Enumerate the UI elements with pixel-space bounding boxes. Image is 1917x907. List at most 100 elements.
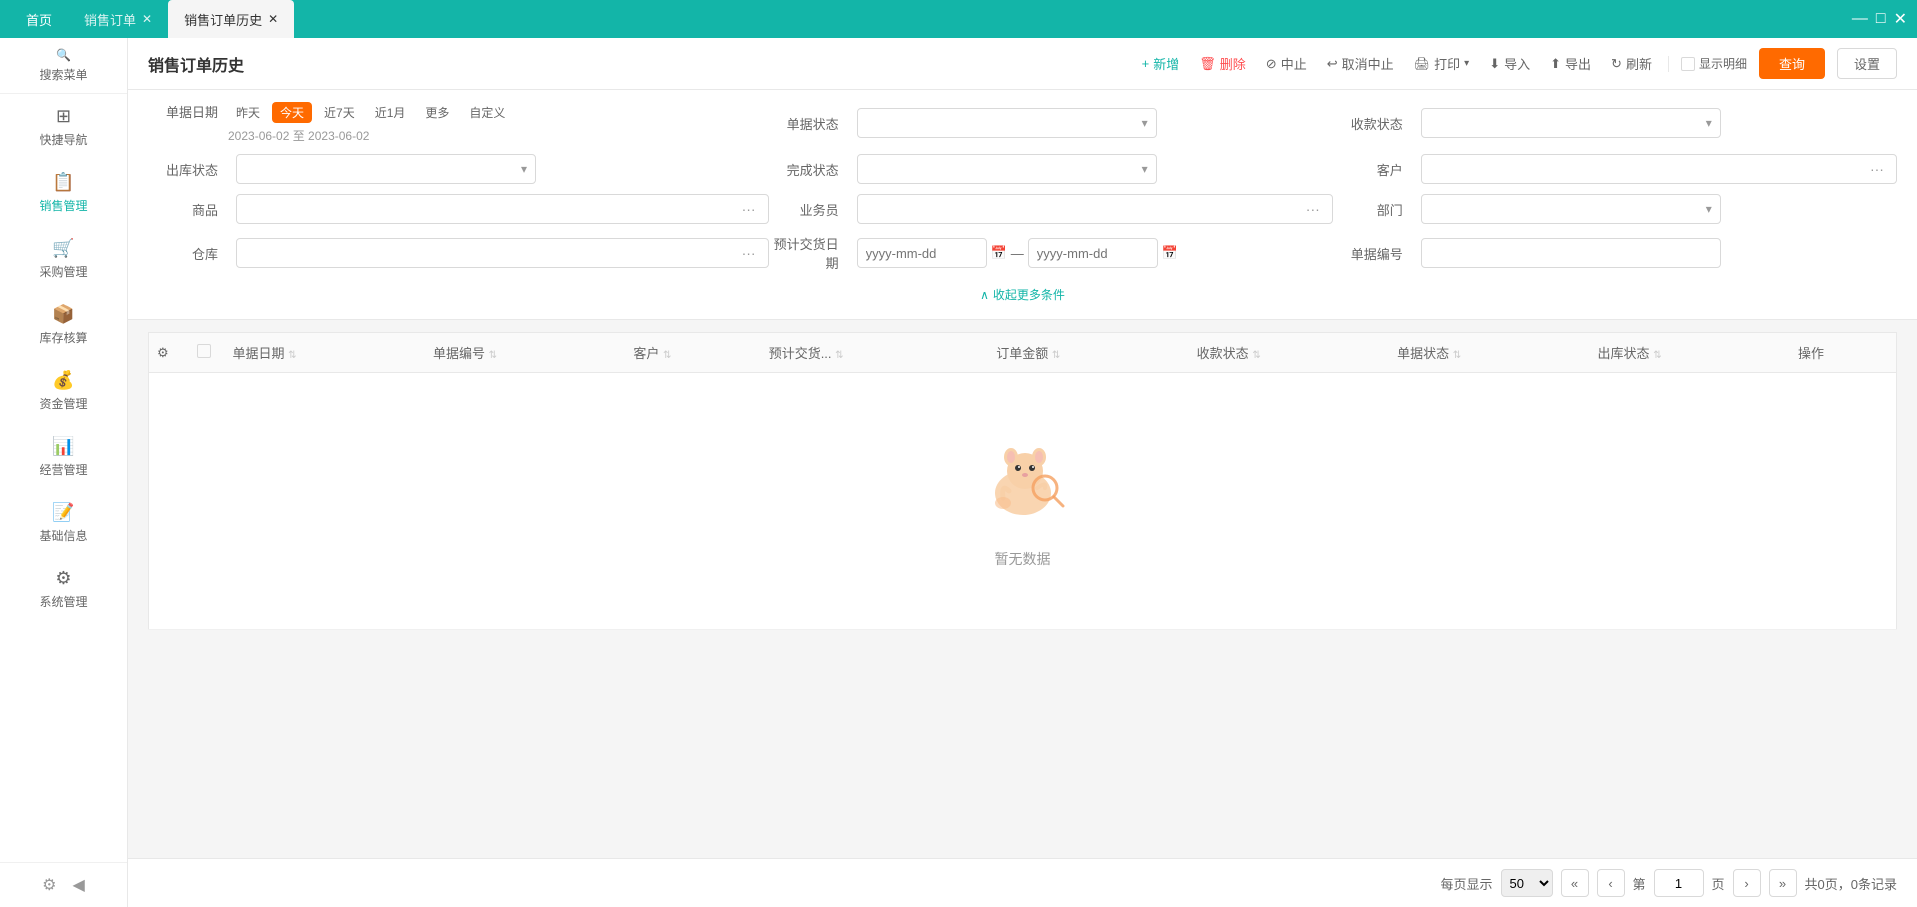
- salesperson-ellipsis[interactable]: ···: [1302, 201, 1324, 217]
- delivery-status-select[interactable]: ▾: [236, 154, 536, 184]
- add-button[interactable]: + 新增: [1138, 50, 1184, 77]
- sidebar-item-quick-nav[interactable]: ⊞ 快捷导航: [0, 94, 127, 160]
- tab-home[interactable]: 首页: [10, 0, 68, 38]
- calendar-to-icon[interactable]: 📅: [1162, 245, 1178, 261]
- display-toggle-checkbox[interactable]: [1681, 57, 1695, 71]
- warehouse-ellipsis[interactable]: ···: [738, 245, 760, 261]
- purchase-mgmt-icon: 🛒: [52, 238, 74, 259]
- sidebar-search[interactable]: 🔍 搜索菜单: [0, 38, 127, 94]
- sidebar-item-business[interactable]: 📊 经营管理: [0, 424, 127, 490]
- th-expected-delivery[interactable]: 预计交货... ⇅: [761, 333, 989, 373]
- minimize-btn[interactable]: —: [1852, 10, 1868, 28]
- bill-status-select[interactable]: ▾: [857, 108, 1157, 138]
- cancel-stop-button[interactable]: ↩ 取消中止: [1323, 50, 1398, 77]
- th-customer[interactable]: 客户 ⇅: [625, 333, 760, 373]
- sidebar-item-inventory[interactable]: 📦 库存核算: [0, 292, 127, 358]
- tab-sales-order[interactable]: 销售订单 ✕: [68, 0, 168, 38]
- receipt-status-select[interactable]: ▾: [1421, 108, 1721, 138]
- print-arrow-icon: ▾: [1464, 58, 1469, 69]
- sidebar-item-capital-label: 资金管理: [39, 395, 87, 412]
- th-action: 操作: [1790, 333, 1897, 373]
- sort-customer-icon[interactable]: ⇅: [663, 350, 671, 361]
- th-bill-status-label: 单据状态: [1397, 346, 1449, 361]
- th-receipt-status[interactable]: 收款状态 ⇅: [1189, 333, 1389, 373]
- first-page-button[interactable]: «: [1561, 869, 1589, 897]
- setting-button[interactable]: 设置: [1837, 48, 1897, 79]
- sidebar-item-purchase-mgmt[interactable]: 🛒 采购管理: [0, 226, 127, 292]
- import-button[interactable]: ⬇ 导入: [1485, 50, 1534, 77]
- data-table: ⚙ 单据日期 ⇅ 单据编号 ⇅ 客户: [148, 332, 1897, 630]
- th-bill-status[interactable]: 单据状态 ⇅: [1389, 333, 1589, 373]
- display-toggle[interactable]: 显示明细: [1681, 55, 1747, 72]
- sidebar-item-capital[interactable]: 💰 资金管理: [0, 358, 127, 424]
- tab-sales-order-history[interactable]: 销售订单历史 ✕: [168, 0, 294, 38]
- last-page-button[interactable]: »: [1769, 869, 1797, 897]
- sort-bill-status-icon[interactable]: ⇅: [1453, 350, 1461, 361]
- export-label: 导出: [1565, 54, 1591, 73]
- sort-receipt-status-icon[interactable]: ⇅: [1252, 350, 1260, 361]
- export-icon: ⬆: [1550, 56, 1561, 72]
- sort-bill-no-icon[interactable]: ⇅: [489, 350, 497, 361]
- tab-sales-order-history-close[interactable]: ✕: [268, 12, 278, 26]
- sidebar-settings-icon[interactable]: ⚙: [42, 875, 56, 895]
- sidebar-item-system[interactable]: ⚙ 系统管理: [0, 556, 127, 622]
- per-page-select[interactable]: 50 10 20 100: [1501, 869, 1553, 897]
- sort-order-amount-icon[interactable]: ⇅: [1052, 350, 1060, 361]
- bill-status-label: 单据状态: [769, 114, 849, 133]
- query-button[interactable]: 查询: [1759, 48, 1825, 79]
- page-number-input[interactable]: [1654, 869, 1704, 897]
- collapse-up-icon: ∧: [980, 288, 989, 302]
- tab-sales-order-history-label: 销售订单历史: [184, 10, 262, 29]
- collapse-button[interactable]: ∧ 收起更多条件: [148, 282, 1897, 307]
- th-bill-date[interactable]: 单据日期 ⇅: [225, 333, 425, 373]
- date-block: 昨天 今天 近7天 近1月 更多 自定义 2023-06-02 至 2023-0…: [228, 102, 513, 144]
- th-order-amount[interactable]: 订单金额 ⇅: [988, 333, 1188, 373]
- date-btn-1month[interactable]: 近1月: [367, 102, 414, 123]
- delivery-date-from[interactable]: [857, 238, 987, 268]
- delivery-date-label: 预计交货日期: [769, 234, 849, 272]
- th-bill-no[interactable]: 单据编号 ⇅: [425, 333, 625, 373]
- customer-select[interactable]: ···: [1421, 154, 1897, 184]
- bill-no-input[interactable]: [1421, 238, 1721, 268]
- calendar-from-icon[interactable]: 📅: [991, 245, 1007, 261]
- prev-page-icon: ‹: [1608, 876, 1612, 891]
- sidebar-collapse-icon[interactable]: ◀: [73, 875, 85, 895]
- goods-select[interactable]: ···: [236, 194, 769, 224]
- date-btn-today[interactable]: 今天: [272, 102, 312, 123]
- table-header: ⚙ 单据日期 ⇅ 单据编号 ⇅ 客户: [149, 333, 1897, 373]
- close-btn[interactable]: ✕: [1894, 9, 1907, 29]
- delete-button[interactable]: 🗑 删除: [1195, 50, 1250, 77]
- sort-delivery-status-icon[interactable]: ⇅: [1653, 350, 1661, 361]
- export-button[interactable]: ⬆ 导出: [1546, 50, 1595, 77]
- stop-button[interactable]: ⊘ 中止: [1262, 50, 1311, 77]
- date-btn-yesterday[interactable]: 昨天: [228, 102, 268, 123]
- sidebar-item-basic-info[interactable]: 📝 基础信息: [0, 490, 127, 556]
- th-delivery-status[interactable]: 出库状态 ⇅: [1590, 333, 1790, 373]
- goods-ellipsis[interactable]: ···: [738, 201, 760, 217]
- salesperson-select[interactable]: ···: [857, 194, 1333, 224]
- dept-select[interactable]: ▾: [1421, 194, 1721, 224]
- delivery-status-label: 出库状态: [148, 160, 228, 179]
- warehouse-select[interactable]: ···: [236, 238, 769, 268]
- prev-page-button[interactable]: ‹: [1597, 869, 1625, 897]
- delivery-date-to[interactable]: [1028, 238, 1158, 268]
- print-icon: 🖨: [1414, 56, 1431, 72]
- th-checkbox[interactable]: [189, 333, 225, 373]
- customer-ellipsis[interactable]: ···: [1866, 161, 1888, 177]
- sort-expected-delivery-icon[interactable]: ⇅: [835, 350, 843, 361]
- th-settings[interactable]: ⚙: [149, 333, 189, 373]
- date-btn-more[interactable]: 更多: [417, 102, 457, 123]
- maximize-btn[interactable]: □: [1876, 10, 1886, 28]
- empty-state: 暂无数据: [149, 373, 1896, 629]
- cancel-stop-label: 取消中止: [1342, 54, 1394, 73]
- date-btn-7days[interactable]: 近7天: [316, 102, 363, 123]
- tab-sales-order-close[interactable]: ✕: [142, 12, 152, 26]
- next-page-button[interactable]: ›: [1733, 869, 1761, 897]
- complete-status-select[interactable]: ▾: [857, 154, 1157, 184]
- sort-bill-date-icon[interactable]: ⇅: [288, 350, 296, 361]
- sidebar-item-quick-nav-label: 快捷导航: [39, 131, 87, 148]
- refresh-button[interactable]: ↻ 刷新: [1607, 50, 1656, 77]
- print-button[interactable]: 🖨 打印 ▾: [1410, 50, 1474, 77]
- sidebar-item-sales-mgmt[interactable]: 📋 销售管理: [0, 160, 127, 226]
- date-btn-custom[interactable]: 自定义: [461, 102, 513, 123]
